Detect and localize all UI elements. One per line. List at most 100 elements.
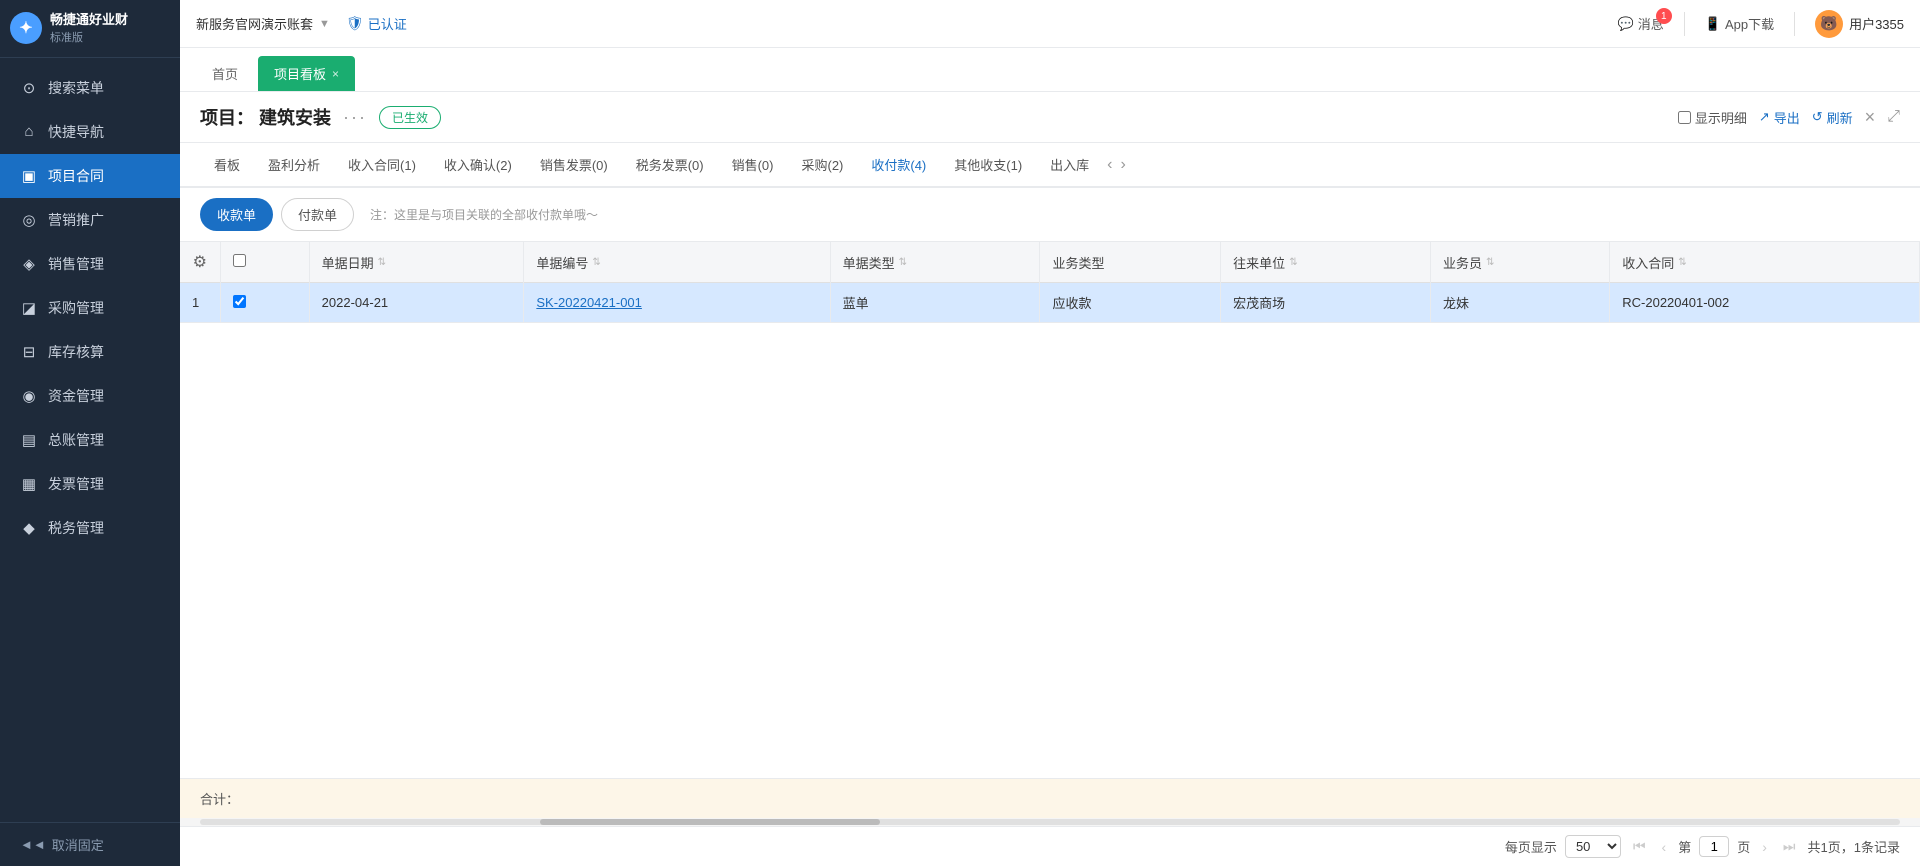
salesperson-sort-icon[interactable]: ⇅ [1486, 257, 1494, 268]
row-number[interactable]: SK-20220421-001 [524, 283, 830, 323]
column-settings-icon[interactable]: ⚙ [193, 254, 207, 271]
sidebar-item-tax-mgmt[interactable]: ◆ 税务管理 [0, 506, 180, 550]
project-status-badge: 已生效 [379, 106, 441, 129]
tab-project-board[interactable]: 项目看板 × [258, 56, 355, 91]
account-dropdown-icon: ▼ [319, 18, 330, 30]
date-column-header: 单据日期 ⇅ [309, 242, 524, 283]
export-button[interactable]: ↗ 导出 [1759, 108, 1800, 127]
show-detail-checkbox[interactable]: 显示明细 [1678, 108, 1747, 127]
sidebar-item-label: 营销推广 [48, 210, 104, 230]
user-menu[interactable]: 🐻 用户3355 [1815, 10, 1904, 38]
last-page-button[interactable]: ⏭ [1779, 836, 1800, 857]
income-contract-sort-icon[interactable]: ⇅ [1678, 257, 1686, 268]
sub-tab-profit[interactable]: 盈利分析 [254, 143, 334, 188]
close-button[interactable]: × [1865, 107, 1876, 128]
sidebar-menu: ⊙ 搜索菜单 ⌂ 快捷导航 ▣ 项目合同 ◎ 营销推广 ◈ 销售管理 ◪ 采购管… [0, 58, 180, 822]
app-download-button[interactable]: 📱 App下载 [1705, 14, 1774, 33]
main-content: 新服务官网演示账套 ▼ 🛡 已认证 💬 消息 1 📱 App下载 🐻 用户335… [180, 0, 1920, 866]
first-page-button[interactable]: ⏮ [1629, 836, 1650, 857]
next-page-button[interactable]: › [1758, 837, 1771, 857]
invoice-icon: ▦ [20, 475, 38, 493]
row-select-checkbox[interactable] [233, 295, 246, 308]
project-more-button[interactable]: ··· [343, 107, 367, 128]
number-sort-icon[interactable]: ⇅ [592, 257, 600, 268]
scrollbar-thumb[interactable] [540, 819, 880, 825]
sidebar-item-finance[interactable]: ◉ 资金管理 [0, 374, 180, 418]
refresh-label: 刷新 [1827, 108, 1853, 127]
row-income-contract: RC-20220401-002 [1610, 283, 1920, 323]
tab-close-icon[interactable]: × [332, 67, 339, 81]
cancel-pin-button[interactable]: ◄◄ 取消固定 [0, 822, 180, 866]
sidebar-item-marketing[interactable]: ◎ 营销推广 [0, 198, 180, 242]
table-row[interactable]: 1 2022-04-21 SK-20220421-001 蓝单 应收款 宏茂商场… [180, 283, 1920, 323]
sub-tab-in-out[interactable]: 出入库 [1036, 143, 1103, 188]
document-number-link[interactable]: SK-20220421-001 [536, 295, 642, 310]
payment-tab-button[interactable]: 付款单 [281, 198, 354, 231]
sidebar-item-search[interactable]: ⊙ 搜索菜单 [0, 66, 180, 110]
verified-badge: 🛡 已认证 [346, 14, 407, 33]
topbar-right: 💬 消息 1 📱 App下载 🐻 用户3355 [1618, 10, 1904, 38]
show-detail-label: 显示明细 [1695, 108, 1747, 127]
sub-tab-sales-invoice[interactable]: 销售发票(0) [526, 143, 622, 188]
sidebar-item-sales-mgmt[interactable]: ◈ 销售管理 [0, 242, 180, 286]
row-index: 1 [180, 283, 220, 323]
sub-tab-prev-arrow[interactable]: ‹ [1103, 156, 1116, 174]
horizontal-scrollbar[interactable] [180, 818, 1920, 826]
sales-icon: ◈ [20, 255, 38, 273]
income-contract-column-header: 收入合同 ⇅ [1610, 242, 1920, 283]
sub-tab-payment[interactable]: 收付款(4) [857, 143, 940, 188]
date-sort-icon[interactable]: ⇅ [378, 257, 386, 268]
project-label: 项目： 建筑安装 [200, 104, 331, 130]
sub-tabs: 看板 盈利分析 收入合同(1) 收入确认(2) 销售发票(0) 税务发票(0) … [180, 143, 1920, 188]
sub-tab-kanban[interactable]: 看板 [200, 143, 254, 188]
row-checkbox[interactable] [220, 283, 309, 323]
total-pages-label: 共1页，1条记录 [1808, 837, 1900, 856]
sub-tab-purchase[interactable]: 采购(2) [787, 143, 857, 188]
sub-tab-nav: ‹ › [1103, 156, 1130, 174]
select-all-checkbox[interactable] [233, 254, 246, 267]
sidebar-item-ledger[interactable]: ▤ 总账管理 [0, 418, 180, 462]
show-detail-input[interactable] [1678, 111, 1691, 124]
ledger-icon: ▤ [20, 431, 38, 449]
app-download-label: App下载 [1725, 14, 1774, 33]
project-header: 项目： 建筑安装 ··· 已生效 显示明细 ↗ 导出 ↺ 刷新 × ⤢ [180, 92, 1920, 143]
sidebar-item-invoice-mgmt[interactable]: ▦ 发票管理 [0, 462, 180, 506]
table-footer: 合计： [180, 778, 1920, 818]
page-size-select[interactable]: 50 100 200 [1565, 835, 1621, 858]
verified-label: 已认证 [368, 14, 407, 33]
sub-tab-income-confirm[interactable]: 收入确认(2) [430, 143, 526, 188]
account-selector[interactable]: 新服务官网演示账套 ▼ [196, 14, 330, 33]
row-business-type: 应收款 [1040, 283, 1221, 323]
type-sort-icon[interactable]: ⇅ [899, 257, 907, 268]
sub-tab-next-arrow[interactable]: › [1117, 156, 1130, 174]
receipt-tab-button[interactable]: 收款单 [200, 198, 273, 231]
tab-home[interactable]: 首页 [196, 56, 254, 91]
topbar: 新服务官网演示账套 ▼ 🛡 已认证 💬 消息 1 📱 App下载 🐻 用户335… [180, 0, 1920, 48]
sidebar-item-purchase-mgmt[interactable]: ◪ 采购管理 [0, 286, 180, 330]
prev-page-button[interactable]: ‹ [1658, 837, 1671, 857]
refresh-button[interactable]: ↺ 刷新 [1812, 108, 1853, 127]
message-button[interactable]: 💬 消息 1 [1618, 14, 1664, 33]
tab-project-board-label: 项目看板 [274, 64, 326, 83]
table-note: 注：这里是与项目关联的全部收付款单哦～ [370, 206, 598, 223]
sub-tab-income-contract[interactable]: 收入合同(1) [334, 143, 430, 188]
sidebar-item-inventory[interactable]: ⊟ 库存核算 [0, 330, 180, 374]
cancel-pin-label: 取消固定 [52, 835, 104, 854]
export-label: 导出 [1774, 108, 1800, 127]
sidebar: ✦ 畅捷通好业财 标准版 ⊙ 搜索菜单 ⌂ 快捷导航 ▣ 项目合同 ◎ 营销推广… [0, 0, 180, 866]
maximize-button[interactable]: ⤢ [1887, 108, 1900, 126]
sidebar-item-project-contract[interactable]: ▣ 项目合同 [0, 154, 180, 198]
divider [1684, 12, 1685, 36]
page-label: 第 [1678, 837, 1691, 856]
content-toolbar: 显示明细 ↗ 导出 ↺ 刷新 × ⤢ [1678, 107, 1900, 128]
sub-tab-tax-invoice[interactable]: 税务发票(0) [622, 143, 718, 188]
partner-sort-icon[interactable]: ⇅ [1289, 257, 1297, 268]
finance-icon: ◉ [20, 387, 38, 405]
page-number-input[interactable] [1699, 836, 1729, 857]
account-name: 新服务官网演示账套 [196, 14, 313, 33]
checkbox-column-header [220, 242, 309, 283]
sidebar-item-label: 发票管理 [48, 474, 104, 494]
sub-tab-sales[interactable]: 销售(0) [718, 143, 788, 188]
sidebar-item-quicknav[interactable]: ⌂ 快捷导航 [0, 110, 180, 154]
sub-tab-other-expense[interactable]: 其他收支(1) [940, 143, 1036, 188]
